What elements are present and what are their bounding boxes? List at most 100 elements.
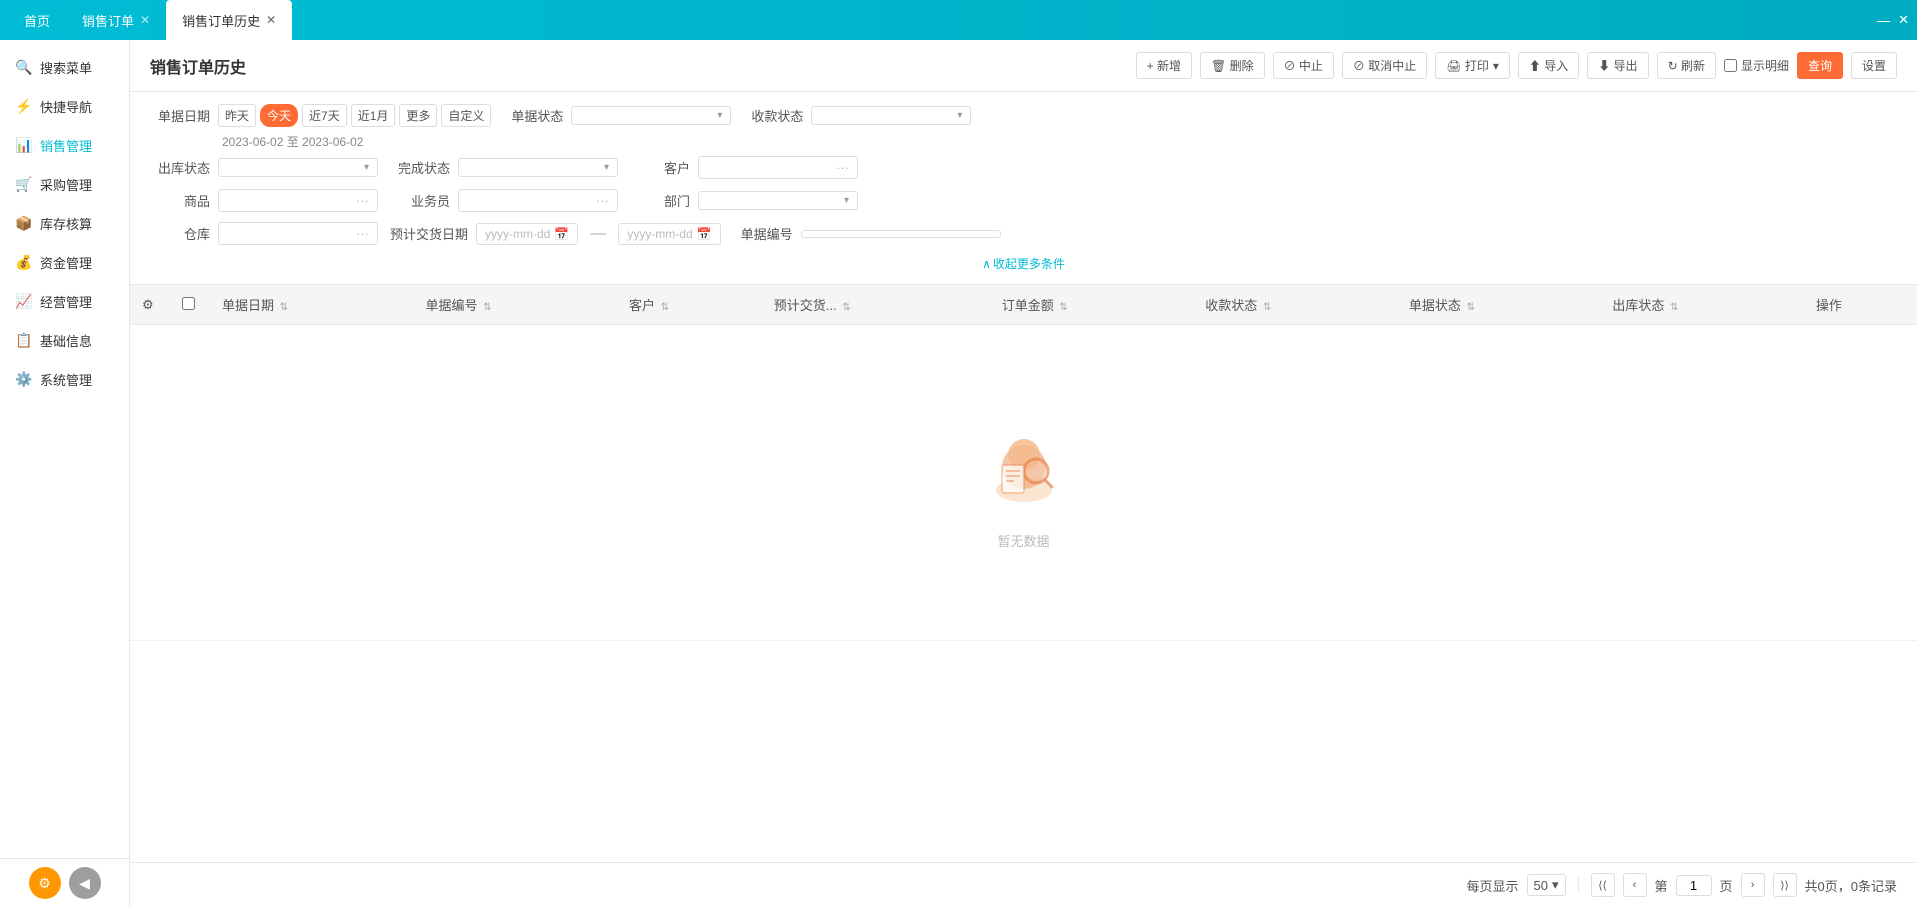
sidebar-collapse-btn[interactable]: ◀ bbox=[69, 867, 101, 899]
th-customer[interactable]: 客户 ⇅ bbox=[617, 285, 762, 325]
bill-status-select[interactable]: ▾ bbox=[571, 106, 731, 125]
select-all-checkbox[interactable] bbox=[182, 297, 195, 310]
expected-date-end-input[interactable]: yyyy-mm-dd 📅 bbox=[618, 223, 720, 245]
window-minimize-btn[interactable]: — bbox=[1877, 13, 1890, 28]
bill-number-input[interactable] bbox=[801, 230, 1001, 238]
sort-customer-icon: ⇅ bbox=[661, 302, 669, 313]
print-button[interactable]: 🖨 打印 ▾ bbox=[1435, 52, 1510, 79]
sidebar-settings-btn[interactable]: ⚙ bbox=[29, 867, 61, 899]
delivery-status-arrow-icon: ▾ bbox=[364, 162, 369, 173]
settings-icon[interactable]: ⚙ bbox=[142, 297, 154, 312]
warehouse-label: 仓库 bbox=[150, 224, 210, 243]
th-delivery-status[interactable]: 出库状态 ⇅ bbox=[1600, 285, 1804, 325]
tab-sales-order-close[interactable]: ✕ bbox=[140, 13, 150, 27]
filter-field-product: 商品 ··· bbox=[150, 189, 378, 212]
cancel-stop-button[interactable]: ⊘ 取消中止 bbox=[1342, 52, 1427, 79]
page-label: 页 bbox=[1720, 876, 1733, 895]
page-size-select[interactable]: 50 ▾ bbox=[1527, 874, 1566, 896]
product-input[interactable]: ··· bbox=[218, 189, 378, 212]
sidebar-item-quick-nav[interactable]: ⚡ 快捷导航 bbox=[0, 87, 129, 126]
expected-date-start-input[interactable]: yyyy-mm-dd 📅 bbox=[476, 223, 578, 245]
page-number-input[interactable] bbox=[1676, 875, 1712, 896]
import-button[interactable]: ⬆ 导入 bbox=[1518, 52, 1579, 79]
th-settings[interactable]: ⚙ bbox=[130, 285, 170, 325]
department-select[interactable]: ▾ bbox=[698, 191, 858, 210]
collapse-icon: ∧ bbox=[982, 257, 991, 271]
page-last-btn[interactable]: ⟩⟩ bbox=[1773, 873, 1797, 897]
query-button[interactable]: 查询 bbox=[1797, 52, 1843, 79]
tab-sales-order[interactable]: 销售订单 ✕ bbox=[66, 0, 166, 40]
th-action: 操作 bbox=[1804, 285, 1917, 325]
shortcut-today[interactable]: 今天 bbox=[260, 104, 298, 127]
filter-field-bill-number: 单据编号 bbox=[733, 224, 1001, 243]
window-close-btn[interactable]: ✕ bbox=[1898, 12, 1909, 28]
shortcut-yesterday[interactable]: 昨天 bbox=[218, 104, 256, 127]
warehouse-input[interactable]: ··· bbox=[218, 222, 378, 245]
delete-button-label: 🗑 删除 bbox=[1211, 57, 1254, 74]
stop-button[interactable]: ⊘ 中止 bbox=[1273, 52, 1334, 79]
top-bar-controls: — ✕ bbox=[1877, 12, 1909, 28]
shortcut-custom[interactable]: 自定义 bbox=[441, 104, 491, 127]
filter-row-1: 单据日期 昨天 今天 近7天 近1月 更多 自定义 单据状态 ▾ bbox=[150, 104, 1897, 127]
shortcut-more[interactable]: 更多 bbox=[399, 104, 437, 127]
calendar-end-icon[interactable]: 📅 bbox=[697, 227, 712, 241]
sidebar-item-basic-info[interactable]: 📋 基础信息 bbox=[0, 321, 129, 360]
refresh-button[interactable]: ↻ 刷新 bbox=[1657, 52, 1716, 79]
empty-text: 暂无数据 bbox=[997, 531, 1049, 550]
th-bill-status[interactable]: 单据状态 ⇅ bbox=[1397, 285, 1601, 325]
delivery-status-select[interactable]: ▾ bbox=[218, 158, 378, 177]
th-expected-date[interactable]: 预计交货... ⇅ bbox=[762, 285, 990, 325]
th-order-amount[interactable]: 订单金额 ⇅ bbox=[990, 285, 1194, 325]
new-button[interactable]: + 新增 bbox=[1136, 52, 1192, 79]
collapse-row: ∧ 收起更多条件 bbox=[150, 255, 1897, 272]
filter-area: 单据日期 昨天 今天 近7天 近1月 更多 自定义 单据状态 ▾ bbox=[130, 92, 1917, 285]
sidebar-item-purchase-mgmt-label: 采购管理 bbox=[40, 175, 92, 194]
export-button[interactable]: ⬇ 导出 bbox=[1587, 52, 1648, 79]
expected-date-start-placeholder: yyyy-mm-dd bbox=[485, 227, 550, 241]
sort-delivery-status-icon: ⇅ bbox=[1670, 302, 1678, 313]
bill-number-label: 单据编号 bbox=[733, 224, 793, 243]
table-container: ⚙ 单据日期 ⇅ 单据编号 ⇅ bbox=[130, 285, 1917, 862]
th-checkbox[interactable] bbox=[170, 285, 210, 325]
tab-sales-order-label: 销售订单 bbox=[82, 11, 134, 30]
calendar-start-icon[interactable]: 📅 bbox=[554, 227, 569, 241]
sidebar-item-sales-mgmt[interactable]: 📊 销售管理 bbox=[0, 126, 129, 165]
sidebar-item-search-menu[interactable]: 🔍 搜索菜单 bbox=[0, 48, 129, 87]
bill-status-arrow-icon: ▾ bbox=[717, 110, 722, 121]
empty-state: 暂无数据 bbox=[142, 335, 1905, 630]
page-title-row: 销售订单历史 + 新增 🗑 删除 ⊘ 中止 ⊘ 取消中止 🖨 bbox=[150, 52, 1897, 79]
salesperson-input[interactable]: ··· bbox=[458, 189, 618, 212]
customer-input[interactable]: ··· bbox=[698, 156, 858, 179]
th-payment-status-label: 收款状态 bbox=[1205, 298, 1257, 313]
pagination-divider bbox=[1578, 877, 1579, 893]
shortcut-1month[interactable]: 近1月 bbox=[351, 104, 396, 127]
tab-sales-order-history[interactable]: 销售订单历史 ✕ bbox=[166, 0, 292, 40]
payment-status-select[interactable]: ▾ bbox=[811, 106, 971, 125]
page-first-btn[interactable]: ⟨⟨ bbox=[1591, 873, 1615, 897]
shortcut-7days[interactable]: 近7天 bbox=[302, 104, 347, 127]
sidebar-item-finance-label: 资金管理 bbox=[40, 253, 92, 272]
complete-status-select[interactable]: ▾ bbox=[458, 158, 618, 177]
show-detail-checkbox[interactable]: 显示明细 bbox=[1724, 57, 1789, 74]
settings-button[interactable]: 设置 bbox=[1851, 52, 1897, 79]
filter-row-2: 出库状态 ▾ 完成状态 ▾ 客户 bbox=[150, 156, 1897, 179]
show-detail-input[interactable] bbox=[1724, 59, 1737, 72]
collapse-button[interactable]: ∧ 收起更多条件 bbox=[982, 255, 1065, 272]
sidebar-item-purchase-mgmt[interactable]: 🛒 采购管理 bbox=[0, 165, 129, 204]
tab-home[interactable]: 首页 bbox=[8, 0, 66, 40]
page-next-btn[interactable]: › bbox=[1741, 873, 1765, 897]
th-bill-status-label: 单据状态 bbox=[1409, 298, 1461, 313]
page-prev-btn[interactable]: ‹ bbox=[1623, 873, 1647, 897]
sidebar-item-inventory[interactable]: 📦 库存核算 bbox=[0, 204, 129, 243]
sidebar-item-system[interactable]: ⚙️ 系统管理 bbox=[0, 360, 129, 399]
sidebar-item-finance[interactable]: 💰 资金管理 bbox=[0, 243, 129, 282]
settings-button-label: 设置 bbox=[1862, 57, 1886, 74]
th-bill-number[interactable]: 单据编号 ⇅ bbox=[414, 285, 618, 325]
th-bill-date[interactable]: 单据日期 ⇅ bbox=[210, 285, 414, 325]
sidebar-item-operations[interactable]: 📈 经营管理 bbox=[0, 282, 129, 321]
table-body: 暂无数据 bbox=[130, 325, 1917, 641]
tab-sales-order-history-close[interactable]: ✕ bbox=[266, 13, 276, 27]
th-payment-status[interactable]: 收款状态 ⇅ bbox=[1193, 285, 1397, 325]
delete-button[interactable]: 🗑 删除 bbox=[1200, 52, 1265, 79]
data-table: ⚙ 单据日期 ⇅ 单据编号 ⇅ bbox=[130, 285, 1917, 641]
